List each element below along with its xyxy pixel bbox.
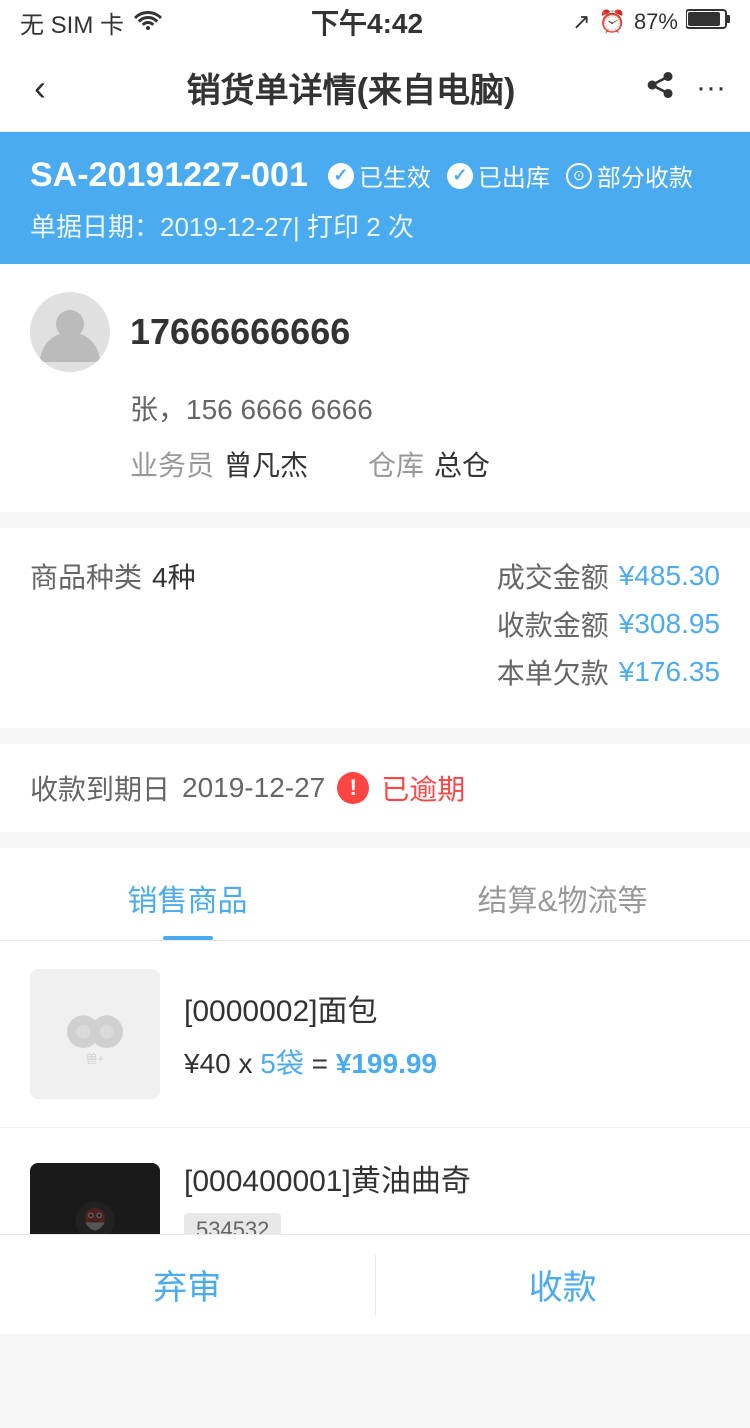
confirm-button[interactable]: 收款: [376, 1235, 750, 1334]
product-name-2: [000400001]黄油曲奇: [184, 1156, 720, 1200]
tab-settlement-label: 结算&物流等: [477, 885, 647, 918]
tab-products-label: 销售商品: [128, 885, 248, 918]
status-label-1: 已生效: [359, 158, 431, 193]
battery-label: 87%: [634, 9, 678, 35]
page-title: 销货单详情(来自电脑): [56, 63, 646, 112]
debt-value: ¥176.35: [619, 656, 720, 688]
share-icon[interactable]: [646, 69, 676, 107]
amount-item: 成交金额 ¥485.30: [497, 556, 720, 596]
product-equals-1: =: [312, 1048, 336, 1079]
nav-actions: ···: [646, 69, 726, 107]
battery-icon: [686, 8, 730, 36]
product-multiply-1: x: [239, 1048, 261, 1079]
status-badge-shipped: ✓ 已出库: [447, 158, 550, 193]
amount-label: 成交金额: [497, 556, 609, 596]
tabs-section: 销售商品 结算&物流等: [0, 848, 750, 941]
cancel-label: 弃审: [153, 1260, 221, 1309]
overdue-warning-icon: !: [337, 772, 369, 804]
product-name-1: [0000002]面包: [184, 986, 720, 1030]
confirm-label: 收款: [529, 1260, 597, 1309]
order-id: SA-20191227-001: [30, 156, 308, 195]
status-badge-partial: ⊙ 部分收款: [566, 158, 693, 193]
warehouse-name: 总仓: [434, 444, 490, 484]
list-item: 兽+ [0000002]面包 ¥40 x 5袋 = ¥199.99: [0, 941, 750, 1128]
customer-id: 17666666666: [130, 311, 350, 353]
product-qty-1: 5袋: [260, 1048, 304, 1079]
overdue-label: 收款到期日: [30, 768, 170, 808]
avatar: [30, 292, 110, 372]
status-label-2: 已出库: [478, 158, 550, 193]
agent-label: 业务员: [130, 444, 214, 484]
print-label: | 打印 2 次: [293, 212, 414, 242]
product-info-1: [0000002]面包 ¥40 x 5袋 = ¥199.99: [184, 986, 720, 1082]
status-badges: ✓ 已生效 ✓ 已出库 ⊙ 部分收款: [328, 158, 693, 193]
alarm-icon: ⏰: [599, 9, 626, 35]
customer-section: 17666666666 张，156 6666 6666 业务员 曾凡杰 仓库 总…: [0, 264, 750, 512]
date-label: 单据日期：: [30, 212, 160, 242]
order-date-row: 单据日期：2019-12-27| 打印 2 次: [30, 207, 720, 244]
wifi-icon: [134, 8, 162, 37]
back-button[interactable]: ‹: [24, 57, 56, 119]
nav-bar: ‹ 销货单详情(来自电脑) ···: [0, 44, 750, 132]
payment-item: 收款金额 ¥308.95: [497, 604, 720, 644]
stats-left: 商品种类 4种: [30, 556, 196, 604]
status-label-3: 部分收款: [597, 158, 693, 193]
status-bar: 无 SIM 卡 下午4:42 ↗ ⏰ 87%: [0, 0, 750, 44]
order-header-top: SA-20191227-001 ✓ 已生效 ✓ 已出库 ⊙ 部分收款: [30, 156, 720, 195]
overdue-date: 2019-12-27: [182, 772, 325, 804]
debt-item: 本单欠款 ¥176.35: [497, 652, 720, 692]
carrier-label: 无 SIM 卡: [20, 5, 124, 40]
status-badge-effective: ✓ 已生效: [328, 158, 431, 193]
location-icon: ↗: [572, 9, 590, 35]
agent-name: 曾凡杰: [224, 444, 308, 484]
order-header: SA-20191227-001 ✓ 已生效 ✓ 已出库 ⊙ 部分收款 单据日期：…: [0, 132, 750, 264]
product-type-item: 商品种类 4种: [30, 556, 196, 596]
debt-label: 本单欠款: [497, 652, 609, 692]
clock-icon: ⊙: [566, 163, 592, 189]
product-type-value: 4种: [152, 556, 196, 596]
product-price-1: ¥40 x 5袋 = ¥199.99: [184, 1042, 720, 1082]
check-icon-1: ✓: [328, 163, 354, 189]
warehouse-info: 仓库 总仓: [368, 444, 490, 484]
payment-label: 收款金额: [497, 604, 609, 644]
customer-top: 17666666666: [30, 292, 720, 372]
agent-info: 业务员 曾凡杰: [130, 444, 308, 484]
svg-text:兽+: 兽+: [86, 1052, 105, 1066]
product-total-1: ¥199.99: [336, 1048, 437, 1079]
customer-name: 张，156 6666 6666: [30, 388, 720, 428]
status-time: 下午4:42: [311, 2, 423, 42]
check-icon-2: ✓: [447, 163, 473, 189]
product-image-1: 兽+: [30, 969, 160, 1099]
tab-products[interactable]: 销售商品: [0, 848, 375, 940]
payment-value: ¥308.95: [619, 608, 720, 640]
product-unit-price-1: ¥40: [184, 1048, 231, 1079]
overdue-section: 收款到期日 2019-12-27 ! 已逾期: [0, 744, 750, 832]
status-right: ↗ ⏰ 87%: [572, 8, 730, 36]
overdue-status: 已逾期: [381, 768, 465, 808]
cancel-button[interactable]: 弃审: [0, 1235, 375, 1334]
more-icon[interactable]: ···: [696, 71, 726, 105]
product-type-label: 商品种类: [30, 556, 142, 596]
amount-value: ¥485.30: [619, 560, 720, 592]
customer-meta: 业务员 曾凡杰 仓库 总仓: [30, 444, 720, 484]
bottom-actions: 弃审 收款: [0, 1234, 750, 1334]
tab-settlement[interactable]: 结算&物流等: [375, 848, 750, 940]
warehouse-label: 仓库: [368, 444, 424, 484]
order-date: 2019-12-27: [160, 212, 293, 242]
stats-section: 商品种类 4种 成交金额 ¥485.30 收款金额 ¥308.95 本单欠款 ¥…: [0, 528, 750, 728]
stats-right: 成交金额 ¥485.30 收款金额 ¥308.95 本单欠款 ¥176.35: [497, 556, 720, 700]
status-left: 无 SIM 卡: [20, 5, 162, 40]
